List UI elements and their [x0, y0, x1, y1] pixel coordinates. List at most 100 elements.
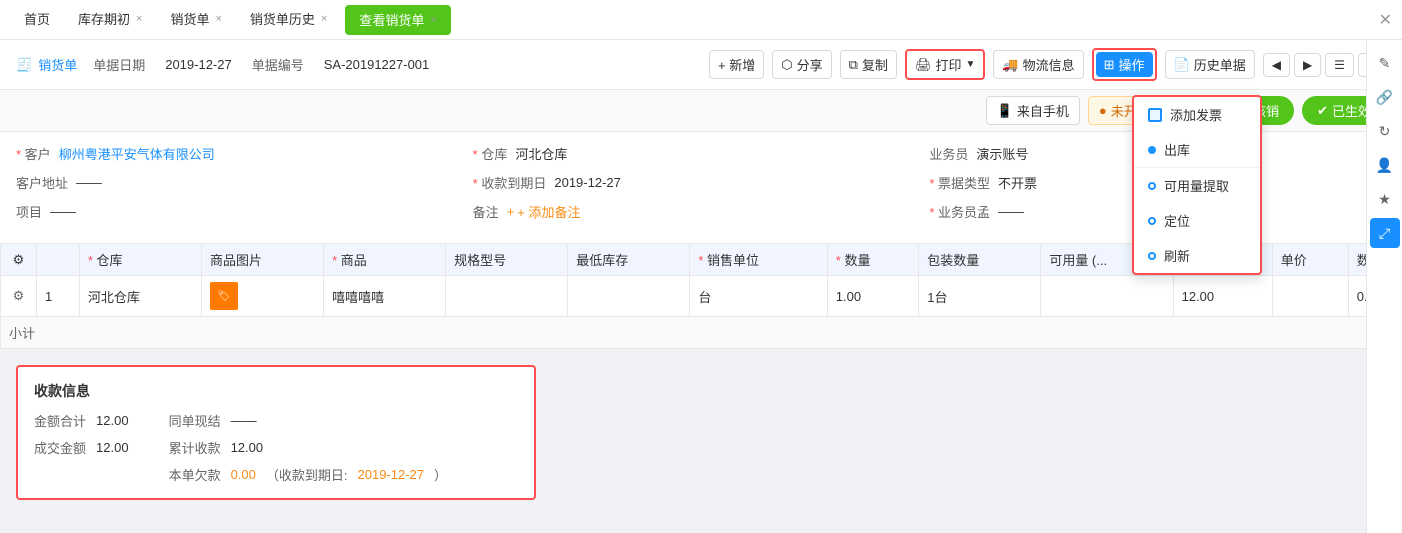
warehouse-label: * 仓库: [473, 144, 508, 163]
receipt-title: 收款信息: [34, 381, 518, 401]
tab-inventory-init-close[interactable]: ×: [136, 13, 142, 25]
tab-view-sales-label: 查看销货单: [359, 10, 424, 29]
print-dropdown-icon: ▼: [965, 59, 975, 70]
available-qty-item[interactable]: 可用量提取: [1134, 168, 1260, 203]
refresh-item[interactable]: 刷新: [1134, 238, 1260, 273]
logistics-button[interactable]: 🚚 物流信息: [993, 50, 1083, 79]
cell-unit: 台: [690, 276, 827, 317]
number-value: SA-20191227-001: [324, 57, 430, 72]
right-sidebar: ✎ 🔗 ↻ 👤 ★ ⤢: [1366, 40, 1402, 533]
logistics-label: 物流信息: [1023, 55, 1075, 74]
copy-button[interactable]: ⧉ 复制: [840, 50, 897, 79]
owed-extra: （收款到期日:: [266, 465, 348, 484]
next-button[interactable]: ▶: [1294, 53, 1321, 77]
operation-button[interactable]: ⊞ 操作: [1096, 52, 1153, 77]
ticket-type-label: * 票据类型: [929, 173, 990, 192]
operation-label: 操作: [1118, 55, 1144, 74]
col-pack-qty: 包装数量: [919, 244, 1041, 276]
sidebar-user-icon[interactable]: 👤: [1370, 150, 1400, 180]
customer-label: * 客户: [16, 144, 51, 163]
col-price: 单价: [1272, 244, 1348, 276]
cell-min-stock: [568, 276, 690, 317]
outbound-label: 出库: [1164, 140, 1190, 159]
sidebar-expand-icon[interactable]: ⤢: [1370, 218, 1400, 248]
staff2-value: ——: [998, 204, 1024, 219]
total-value: 12.00: [96, 413, 129, 428]
ticket-type-value: 不开票: [998, 173, 1037, 192]
col-seq: [37, 244, 80, 276]
new-label: + 新增: [718, 55, 755, 74]
receipt-info-box: 收款信息 金额合计 12.00 成交金额 12.00 同单现结 ——: [16, 365, 536, 500]
refresh-icon: [1148, 252, 1156, 260]
payment-date-field: * 收款到期日 2019-12-27: [473, 173, 930, 192]
from-phone-label: 来自手机: [1017, 101, 1069, 120]
note-field: 备注 + + 添加备注: [473, 202, 930, 221]
receipt-owed-row: 本单欠款 0.00 （收款到期日: 2019-12-27 ）: [169, 465, 447, 484]
receipt-cumulative-row: 累计收款 12.00: [169, 438, 447, 457]
ticket-icon: ●: [1099, 103, 1107, 118]
sidebar-rotate-icon[interactable]: ↻: [1370, 116, 1400, 146]
cumulative-value: 12.00: [231, 440, 264, 455]
col-product: * 商品: [324, 244, 446, 276]
address-label: 客户地址: [16, 173, 68, 192]
tab-sales-order-label: 销货单: [170, 9, 209, 28]
history-button[interactable]: 📄 历史单据: [1165, 50, 1255, 79]
cell-stock: 12.00: [1173, 276, 1272, 317]
cell-product: 嘻嘻嘻嘻: [324, 276, 446, 317]
warehouse-field: * 仓库 河北仓库: [473, 144, 930, 163]
prev-button[interactable]: ◀: [1263, 53, 1290, 77]
col-warehouse: * 仓库: [79, 244, 201, 276]
tab-view-sales-close[interactable]: ×: [430, 14, 436, 26]
col-product-img: 商品图片: [201, 244, 323, 276]
locate-item[interactable]: 定位: [1134, 203, 1260, 238]
share-label: 分享: [797, 55, 823, 74]
project-field: 项目 ——: [16, 202, 473, 221]
subtotal-label: 小计: [9, 326, 35, 341]
locate-label: 定位: [1164, 211, 1190, 230]
tab-sales-order[interactable]: 销货单 ×: [156, 0, 235, 40]
receipt-right-col: 同单现结 —— 累计收款 12.00 本单欠款 0.00 （收款到期日: 201…: [169, 411, 447, 484]
doc-title-text: 销货单: [38, 55, 77, 74]
list-view-button[interactable]: ☰: [1325, 53, 1354, 77]
copy-label: 复制: [862, 55, 888, 74]
cell-seq: 1: [37, 276, 80, 317]
receipt-section: 收款信息 金额合计 12.00 成交金额 12.00 同单现结 ——: [0, 349, 1402, 516]
tab-bar-close-btn[interactable]: ✕: [1379, 10, 1392, 30]
col-unit: * 销售单位: [690, 244, 827, 276]
add-invoice-item[interactable]: 添加发票: [1134, 97, 1260, 132]
tab-view-sales[interactable]: 查看销货单 ×: [345, 5, 450, 35]
staff-label: 业务员: [929, 144, 968, 163]
add-note-btn[interactable]: + + 添加备注: [507, 202, 581, 221]
tab-sales-history-close[interactable]: ×: [321, 13, 327, 25]
outbound-item[interactable]: 出库: [1134, 132, 1260, 167]
sidebar-edit-icon[interactable]: ✎: [1370, 48, 1400, 78]
sidebar-star-icon[interactable]: ★: [1370, 184, 1400, 214]
col-qty: * 数量: [827, 244, 918, 276]
tab-inventory-init-label: 库存期初: [78, 9, 130, 28]
sidebar-link-icon[interactable]: 🔗: [1370, 82, 1400, 112]
owed-close: ）: [434, 465, 447, 484]
print-button[interactable]: 🖨 打印 ▼: [905, 49, 985, 80]
cumulative-label: 累计收款: [169, 438, 221, 457]
staff2-label: * 业务员孟: [929, 202, 990, 221]
tab-sales-order-close[interactable]: ×: [215, 13, 221, 25]
customer-value[interactable]: 柳州粤港平安气体有限公司: [59, 144, 215, 163]
doc-title-section: 🧾 销货单: [16, 55, 77, 74]
cell-gear: ⚙: [1, 276, 37, 317]
col-gear: ⚙: [1, 244, 37, 276]
new-button[interactable]: + 新增: [709, 50, 764, 79]
outbound-icon: [1148, 146, 1156, 154]
tab-inventory-init[interactable]: 库存期初 ×: [64, 0, 156, 40]
phone-icon: 📱: [997, 103, 1013, 119]
settle-value: ——: [231, 413, 257, 428]
cell-available: [1041, 276, 1173, 317]
operation-group: ⊞ 操作: [1092, 48, 1157, 81]
tab-sales-history[interactable]: 销货单历史 ×: [236, 0, 341, 40]
tab-home[interactable]: 首页: [10, 0, 64, 40]
share-button[interactable]: ⬡ 分享: [772, 50, 831, 79]
receipt-left-col: 金额合计 12.00 成交金额 12.00: [34, 411, 129, 484]
cell-qty: 1.00: [827, 276, 918, 317]
from-phone-btn[interactable]: 📱 来自手机: [986, 96, 1080, 125]
receipt-rows: 金额合计 12.00 成交金额 12.00 同单现结 —— 累计收款: [34, 411, 518, 484]
project-label: 项目: [16, 202, 42, 221]
